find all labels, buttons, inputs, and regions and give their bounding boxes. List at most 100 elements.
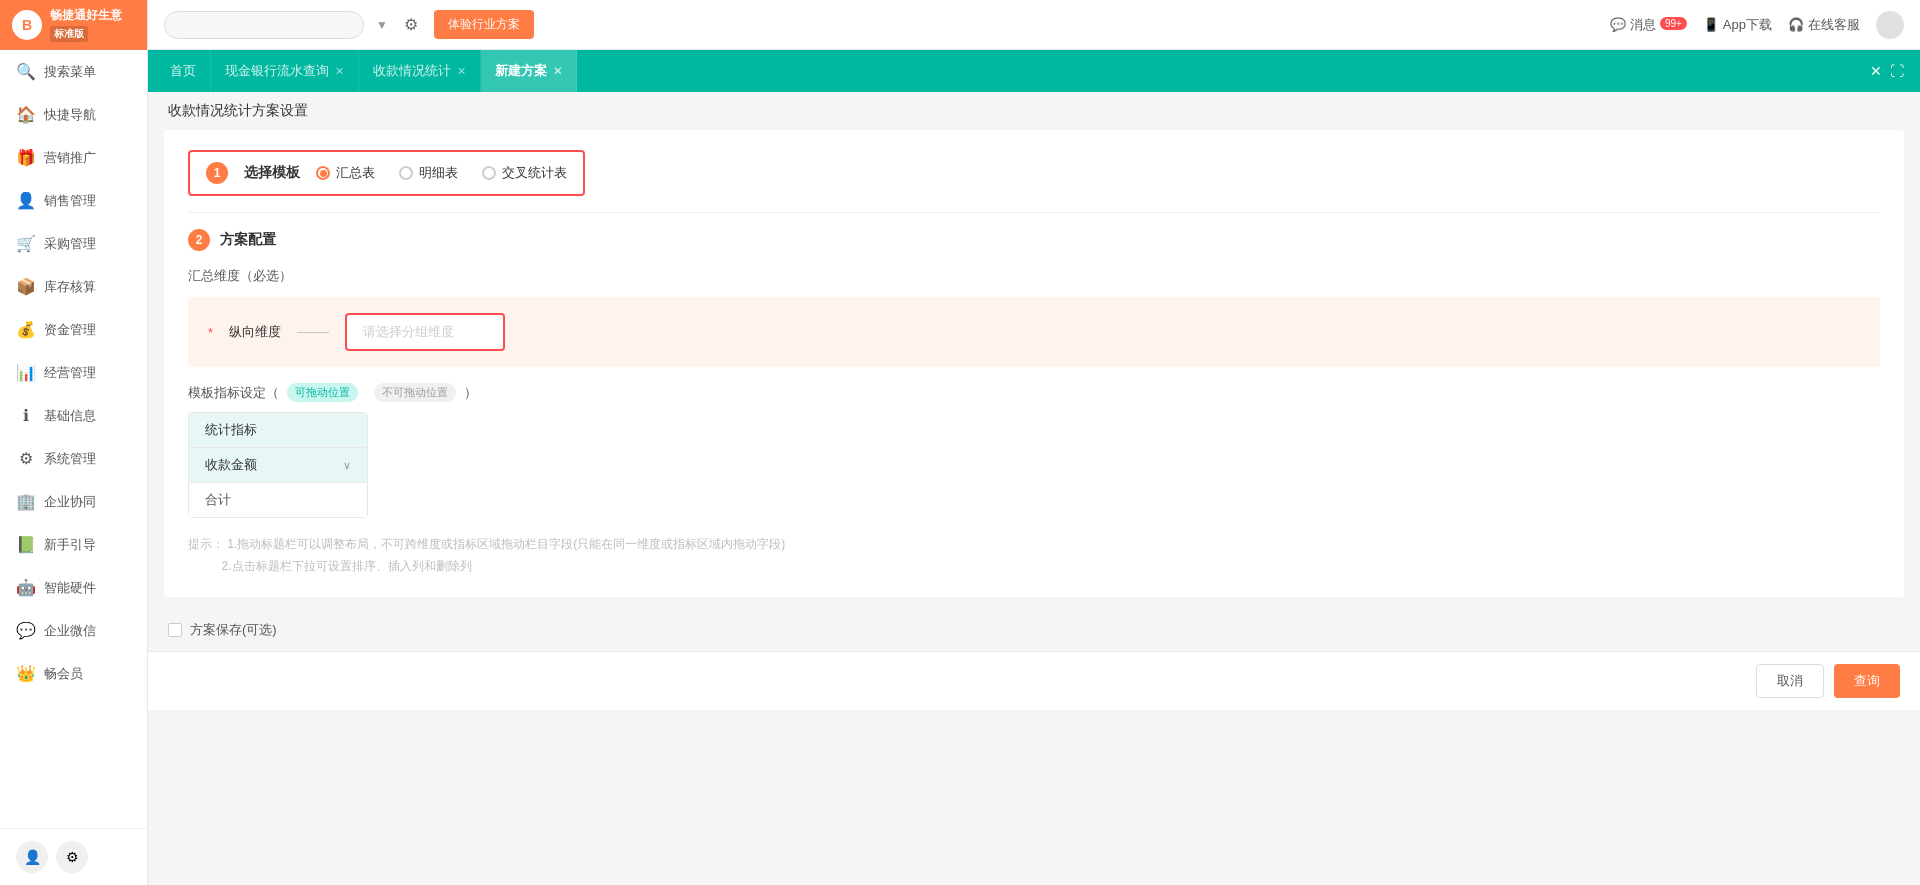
sidebar-item-inventory[interactable]: 📦 库存核算 xyxy=(0,265,147,308)
sidebar-label-wechat: 企业微信 xyxy=(44,622,96,640)
building-icon: 🏢 xyxy=(16,492,36,511)
tab-expand-icon[interactable]: ⛶ xyxy=(1890,63,1904,79)
unmovable-tag: 不可拖动位置 xyxy=(374,383,456,402)
sidebar-item-sales[interactable]: 👤 销售管理 xyxy=(0,179,147,222)
tips-title: 提示： xyxy=(188,537,224,551)
tab-newplan-close[interactable]: ✕ xyxy=(553,65,562,78)
cancel-button[interactable]: 取消 xyxy=(1756,664,1824,698)
tab-collection-close[interactable]: ✕ xyxy=(457,65,466,78)
sidebar-item-member[interactable]: 👑 畅会员 xyxy=(0,652,147,695)
tab-cashflow-label: 现金银行流水查询 xyxy=(225,62,329,80)
sidebar-setting-icon[interactable]: ⚙ xyxy=(56,841,88,873)
radio-summary-circle xyxy=(316,166,330,180)
dimension-area: * 纵向维度 —— 请选择分组维度 xyxy=(188,297,1880,367)
radio-detail-circle xyxy=(399,166,413,180)
logo-text-area: 畅捷通好生意 标准版 xyxy=(50,8,122,42)
sidebar-label-member: 畅会员 xyxy=(44,665,83,683)
metrics-table-header: 统计指标 xyxy=(189,413,367,448)
message-icon: 💬 xyxy=(1610,17,1626,32)
settings-icon[interactable]: ⚙ xyxy=(404,15,418,34)
tab-close-window-icon[interactable]: ✕ xyxy=(1870,63,1882,79)
message-item[interactable]: 💬 消息 99+ xyxy=(1610,16,1687,34)
save-checkbox[interactable] xyxy=(168,623,182,637)
metrics-title-text: 模板指标设定（ xyxy=(188,384,279,402)
metrics-total-row: 合计 xyxy=(189,483,367,517)
sidebar-label-sales: 销售管理 xyxy=(44,192,96,210)
radio-summary[interactable]: 汇总表 xyxy=(316,164,375,182)
avatar[interactable] xyxy=(1876,11,1904,39)
section2-header: 2 方案配置 xyxy=(188,229,1880,251)
tabs-right-controls: ✕ ⛶ xyxy=(1870,63,1912,79)
radio-cross[interactable]: 交叉统计表 xyxy=(482,164,567,182)
metrics-col-header[interactable]: 收款金额 ∨ xyxy=(189,448,367,483)
service-item[interactable]: 🎧 在线客服 xyxy=(1788,16,1860,34)
download-item[interactable]: 📱 App下载 xyxy=(1703,16,1772,34)
radio-detail[interactable]: 明细表 xyxy=(399,164,458,182)
logo-text: 畅捷通好生意 xyxy=(50,8,122,24)
trial-button[interactable]: 体验行业方案 xyxy=(434,10,534,39)
template-section: 1 选择模板 汇总表 明细表 交叉统计表 xyxy=(188,150,585,196)
content-area: 收款情况统计方案设置 1 选择模板 汇总表 明细表 xyxy=(148,92,1920,885)
gift-icon: 🎁 xyxy=(16,148,36,167)
gear-icon: ⚙ xyxy=(16,449,36,468)
tab-cashflow-close[interactable]: ✕ xyxy=(335,65,344,78)
sidebar-item-operations[interactable]: 📊 经营管理 xyxy=(0,351,147,394)
save-label: 方案保存(可选) xyxy=(190,621,277,639)
sidebar-label-enterprise: 企业协同 xyxy=(44,493,96,511)
section2-label: 方案配置 xyxy=(220,231,276,249)
logo-icon: B xyxy=(12,10,42,40)
required-star: * xyxy=(208,325,213,340)
dimension-selector[interactable]: 请选择分组维度 xyxy=(345,313,505,351)
tab-cashflow[interactable]: 现金银行流水查询 ✕ xyxy=(211,50,359,92)
radio-detail-label: 明细表 xyxy=(419,164,458,182)
tab-collection[interactable]: 收款情况统计 ✕ xyxy=(359,50,481,92)
sidebar-label-guide: 新手引导 xyxy=(44,536,96,554)
chart-icon: 📊 xyxy=(16,363,36,382)
radio-cross-label: 交叉统计表 xyxy=(502,164,567,182)
page-title: 收款情况统计方案设置 xyxy=(148,92,1920,130)
main-card: 1 选择模板 汇总表 明细表 交叉统计表 xyxy=(164,130,1904,597)
metrics-table: 统计指标 收款金额 ∨ 合计 xyxy=(188,412,368,518)
metrics-dropdown-icon[interactable]: ∨ xyxy=(343,459,351,472)
sidebar-user-icon[interactable]: 👤 xyxy=(16,841,48,873)
sidebar-label-marketing: 营销推广 xyxy=(44,149,96,167)
sidebar-item-hardware[interactable]: 🤖 智能硬件 xyxy=(0,566,147,609)
sidebar-label-system: 系统管理 xyxy=(44,450,96,468)
tab-home-label: 首页 xyxy=(170,62,196,80)
template-radio-group: 汇总表 明细表 交叉统计表 xyxy=(316,164,567,182)
tips-item-2: 2.点击标题栏下拉可设置排序、插入列和删除列 xyxy=(222,559,472,573)
sidebar-label-search: 搜索菜单 xyxy=(44,63,96,81)
tab-newplan[interactable]: 新建方案 ✕ xyxy=(481,50,577,92)
metrics-close: ） xyxy=(464,384,477,402)
sidebar-item-marketing[interactable]: 🎁 营销推广 xyxy=(0,136,147,179)
search-input[interactable] xyxy=(164,11,364,39)
sidebar-label-nav: 快捷导航 xyxy=(44,106,96,124)
sidebar-item-basic-info[interactable]: ℹ 基础信息 xyxy=(0,394,147,437)
money-icon: 💰 xyxy=(16,320,36,339)
sidebar-item-search[interactable]: 🔍 搜索菜单 xyxy=(0,50,147,93)
search-dropdown-arrow[interactable]: ▼ xyxy=(376,18,388,32)
sidebar-item-nav[interactable]: 🏠 快捷导航 xyxy=(0,93,147,136)
sidebar-item-finance[interactable]: 💰 资金管理 xyxy=(0,308,147,351)
radio-summary-label: 汇总表 xyxy=(336,164,375,182)
metrics-col-label: 收款金额 xyxy=(205,456,257,474)
dimension-title: 汇总维度（必选） xyxy=(188,267,1880,285)
sidebar-item-wechat[interactable]: 💬 企业微信 xyxy=(0,609,147,652)
sidebar-item-guide[interactable]: 📗 新手引导 xyxy=(0,523,147,566)
sidebar-label-hardware: 智能硬件 xyxy=(44,579,96,597)
sidebar-item-enterprise[interactable]: 🏢 企业协同 xyxy=(0,480,147,523)
tab-collection-label: 收款情况统计 xyxy=(373,62,451,80)
download-label: App下载 xyxy=(1723,16,1772,34)
query-button[interactable]: 查询 xyxy=(1834,664,1900,698)
stats-label: 统计指标 xyxy=(205,421,257,439)
sidebar-label-basic-info: 基础信息 xyxy=(44,407,96,425)
metrics-header: 模板指标设定（ 可拖动位置 不可拖动位置 ） xyxy=(188,383,1880,402)
sidebar-item-purchase[interactable]: 🛒 采购管理 xyxy=(0,222,147,265)
sidebar-item-system[interactable]: ⚙ 系统管理 xyxy=(0,437,147,480)
search-icon: 🔍 xyxy=(16,62,36,81)
sidebar-label-inventory: 库存核算 xyxy=(44,278,96,296)
arrow-icon: —— xyxy=(297,323,329,341)
tab-home[interactable]: 首页 xyxy=(156,50,211,92)
headset-icon: 🎧 xyxy=(1788,17,1804,32)
vertical-label: 纵向维度 xyxy=(229,323,281,341)
